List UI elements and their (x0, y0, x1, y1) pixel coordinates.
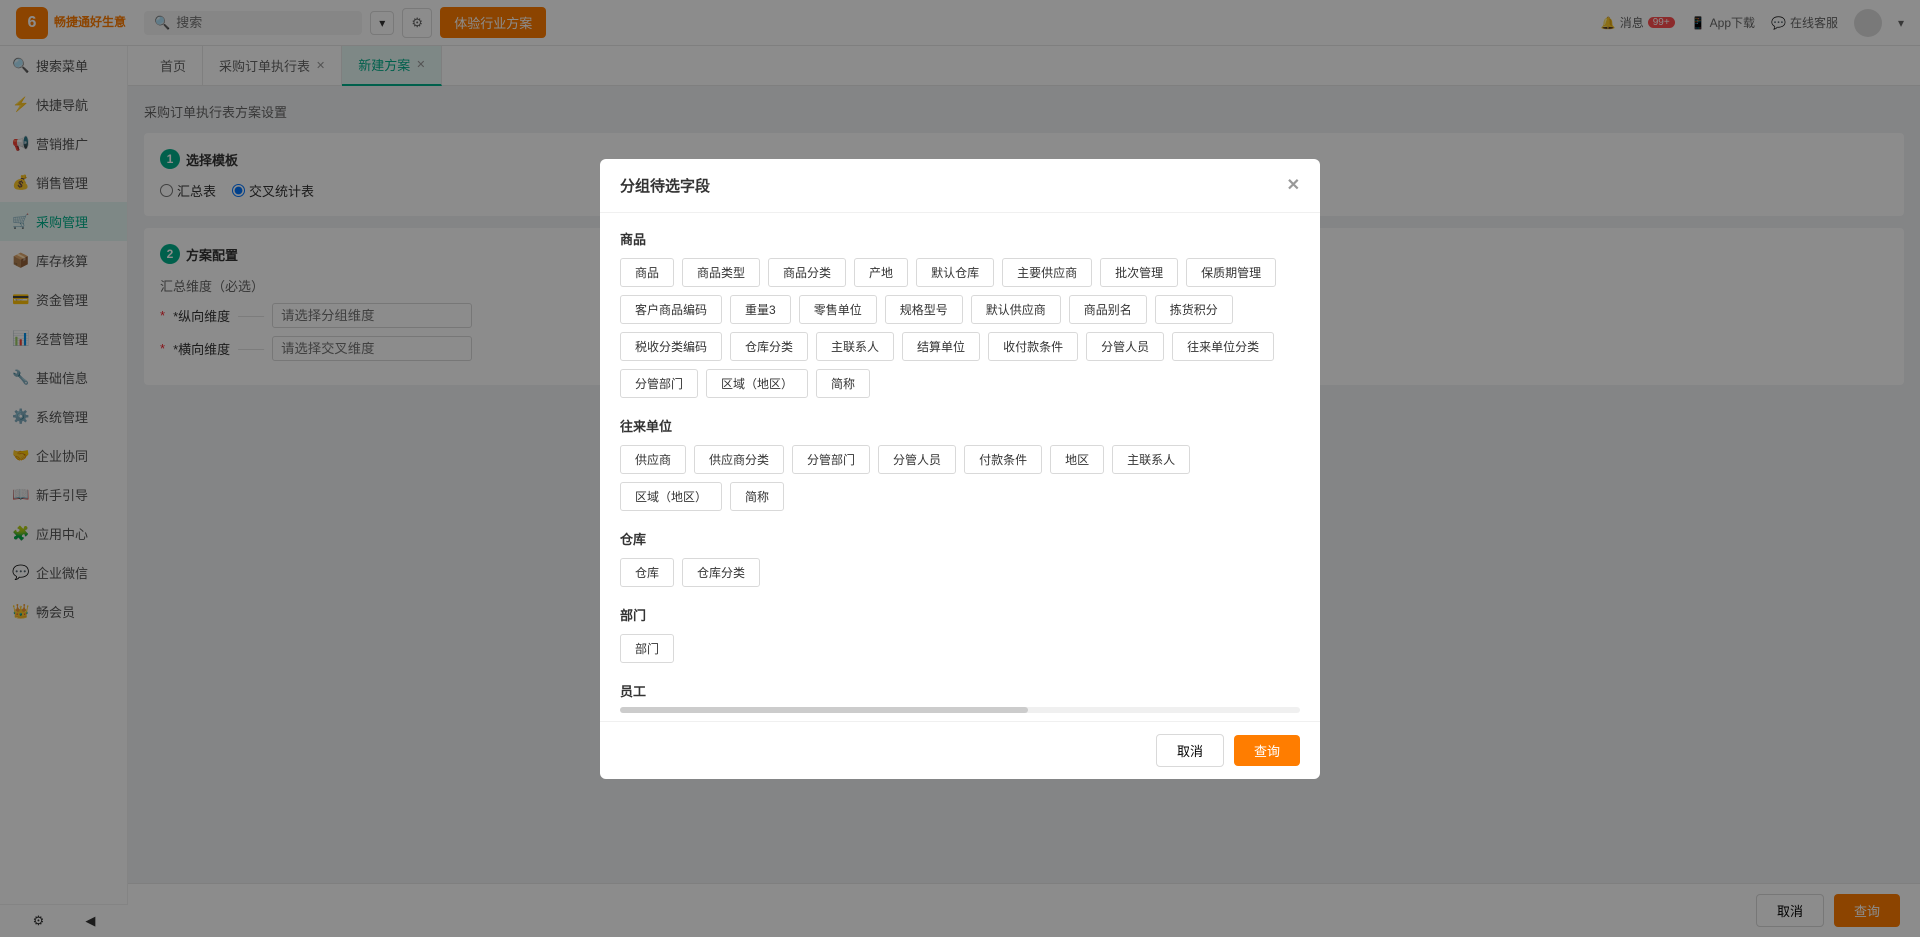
section-title-1: 往来单位 (620, 416, 1300, 435)
field-tag-0-19[interactable]: 收付款条件 (988, 332, 1078, 361)
field-tag-0-23[interactable]: 区域（地区） (706, 369, 808, 398)
field-group-0: 商品商品商品类型商品分类产地默认仓库主要供应商批次管理保质期管理客户商品编码重量… (620, 229, 1300, 398)
field-tag-0-2[interactable]: 商品分类 (768, 258, 846, 287)
field-tag-3-0[interactable]: 部门 (620, 634, 674, 663)
section-title-2: 仓库 (620, 529, 1300, 548)
modal-cancel-button[interactable]: 取消 (1156, 734, 1224, 767)
field-tag-1-7[interactable]: 区域（地区） (620, 482, 722, 511)
field-tag-0-15[interactable]: 税收分类编码 (620, 332, 722, 361)
field-tag-1-3[interactable]: 分管人员 (878, 445, 956, 474)
field-tag-0-0[interactable]: 商品 (620, 258, 674, 287)
field-tag-0-17[interactable]: 主联系人 (816, 332, 894, 361)
field-tags-3: 部门 (620, 634, 1300, 663)
modal-overlay[interactable]: 分组待选字段 ✕ 商品商品商品类型商品分类产地默认仓库主要供应商批次管理保质期管… (0, 0, 1920, 937)
field-tag-0-10[interactable]: 零售单位 (799, 295, 877, 324)
field-tags-0: 商品商品类型商品分类产地默认仓库主要供应商批次管理保质期管理客户商品编码重量3 零… (620, 258, 1300, 398)
field-tag-0-4[interactable]: 默认仓库 (916, 258, 994, 287)
modal-footer: 取消 查询 (600, 721, 1320, 779)
field-tag-1-5[interactable]: 地区 (1050, 445, 1104, 474)
field-tag-0-20[interactable]: 分管人员 (1086, 332, 1164, 361)
field-tag-0-13[interactable]: 商品别名 (1069, 295, 1147, 324)
field-tag-0-8[interactable]: 客户商品编码 (620, 295, 722, 324)
section-title-0: 商品 (620, 229, 1300, 248)
modal-confirm-button[interactable]: 查询 (1234, 735, 1300, 766)
field-group-2: 仓库仓库仓库分类 (620, 529, 1300, 587)
field-tag-0-16[interactable]: 仓库分类 (730, 332, 808, 361)
modal-body: 商品商品商品类型商品分类产地默认仓库主要供应商批次管理保质期管理客户商品编码重量… (600, 213, 1320, 707)
field-group-4: 员工业务员 (620, 681, 1300, 707)
section-title-3: 部门 (620, 605, 1300, 624)
field-tag-0-7[interactable]: 保质期管理 (1186, 258, 1276, 287)
field-tag-2-1[interactable]: 仓库分类 (682, 558, 760, 587)
field-tag-0-14[interactable]: 拣货积分 (1155, 295, 1233, 324)
field-tag-1-2[interactable]: 分管部门 (792, 445, 870, 474)
field-group-3: 部门部门 (620, 605, 1300, 663)
field-group-1: 往来单位供应商供应商分类分管部门分管人员付款条件地区主联系人区域（地区） 简称 (620, 416, 1300, 511)
field-tag-1-6[interactable]: 主联系人 (1112, 445, 1190, 474)
field-tag-0-24[interactable]: 简称 (816, 369, 870, 398)
modal-header: 分组待选字段 ✕ (600, 159, 1320, 213)
field-tag-0-21[interactable]: 往来单位分类 (1172, 332, 1274, 361)
field-tag-0-3[interactable]: 产地 (854, 258, 908, 287)
field-tag-1-1[interactable]: 供应商分类 (694, 445, 784, 474)
field-tag-0-12[interactable]: 默认供应商 (971, 295, 1061, 324)
field-tags-2: 仓库仓库分类 (620, 558, 1300, 587)
field-tag-0-6[interactable]: 批次管理 (1100, 258, 1178, 287)
modal-hscrollbar[interactable] (620, 707, 1300, 713)
field-tag-0-22[interactable]: 分管部门 (620, 369, 698, 398)
field-tag-0-5[interactable]: 主要供应商 (1002, 258, 1092, 287)
modal-hscrollbar-thumb[interactable] (620, 707, 1028, 713)
section-title-4: 员工 (620, 681, 1300, 700)
field-tag-1-0[interactable]: 供应商 (620, 445, 686, 474)
field-tag-0-1[interactable]: 商品类型 (682, 258, 760, 287)
modal: 分组待选字段 ✕ 商品商品商品类型商品分类产地默认仓库主要供应商批次管理保质期管… (600, 159, 1320, 779)
modal-close-button[interactable]: ✕ (1287, 175, 1300, 195)
field-tag-0-11[interactable]: 规格型号 (885, 295, 963, 324)
field-tag-0-9[interactable]: 重量3 (730, 295, 791, 324)
field-tag-2-0[interactable]: 仓库 (620, 558, 674, 587)
field-tag-1-8[interactable]: 简称 (730, 482, 784, 511)
field-tags-1: 供应商供应商分类分管部门分管人员付款条件地区主联系人区域（地区） 简称 (620, 445, 1300, 511)
modal-title: 分组待选字段 (620, 175, 710, 196)
field-tag-0-18[interactable]: 结算单位 (902, 332, 980, 361)
field-tag-1-4[interactable]: 付款条件 (964, 445, 1042, 474)
